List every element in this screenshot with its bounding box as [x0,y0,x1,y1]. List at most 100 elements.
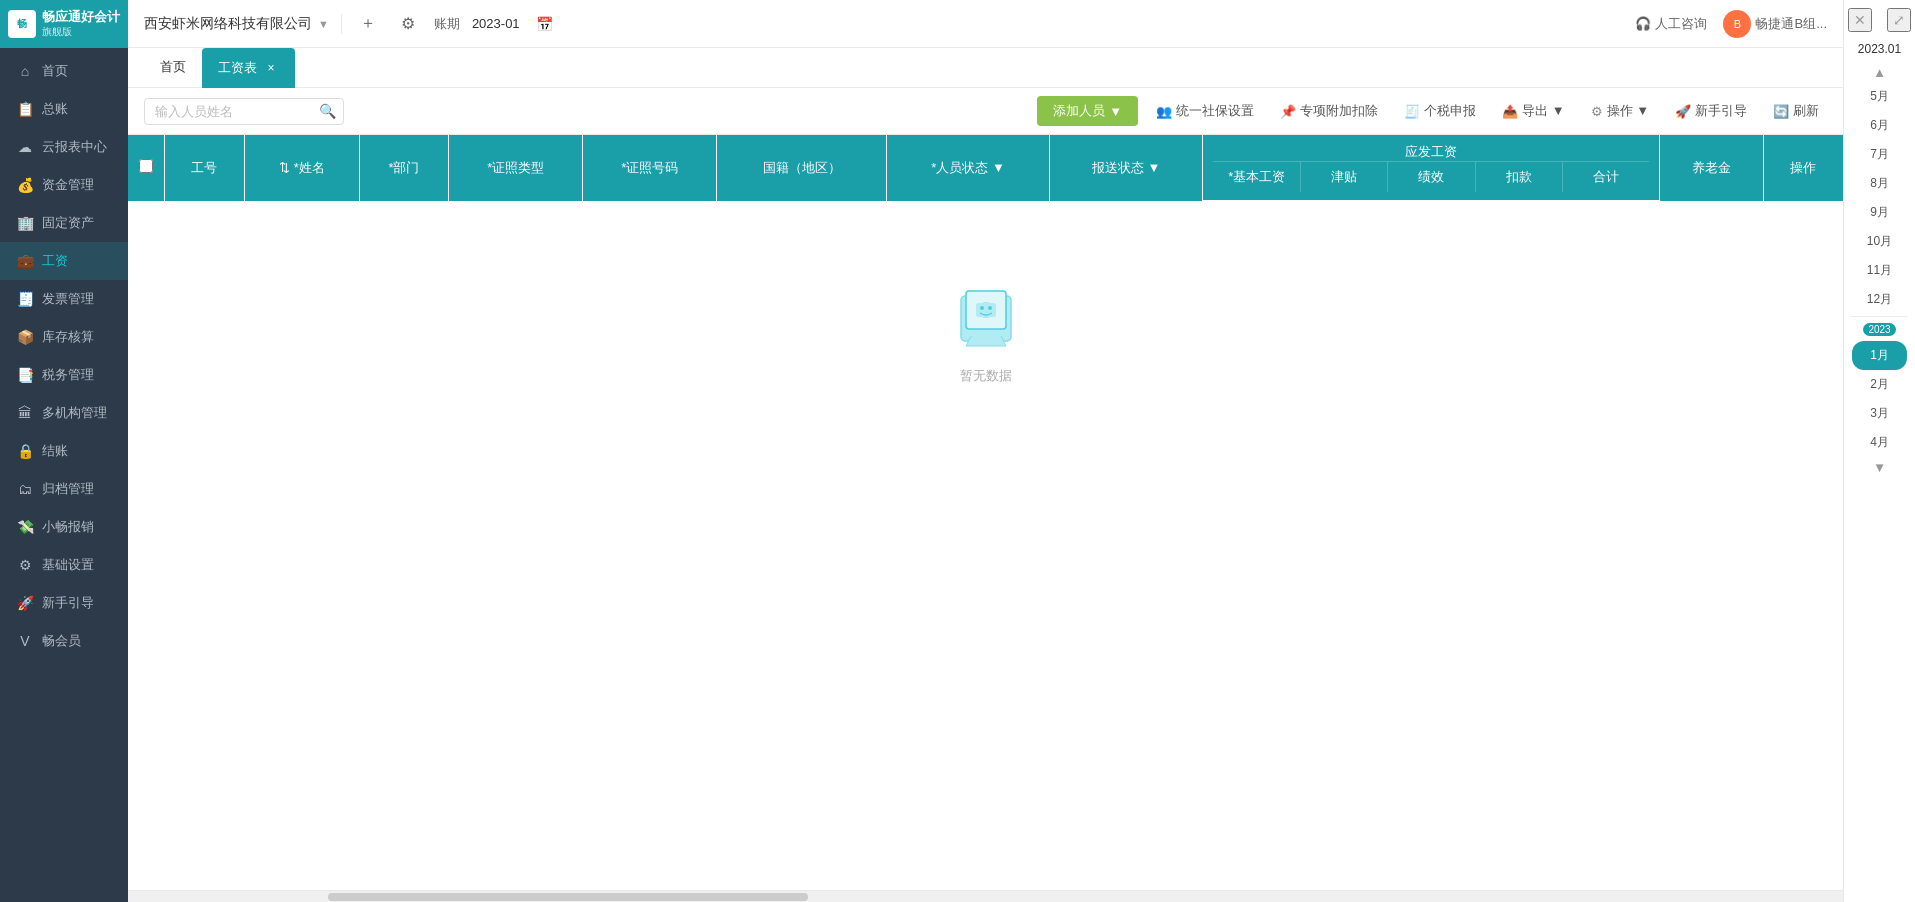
headset-icon: 🎧 [1635,16,1651,31]
search-input[interactable] [144,98,344,125]
sidebar-item-archive[interactable]: 🗂 归档管理 [0,470,128,508]
sidebar-label-guide: 新手引导 [42,594,94,612]
sidebar-item-close[interactable]: 🔒 结账 [0,432,128,470]
cal-month-2022-08[interactable]: 8月 [1844,169,1915,198]
toolbar-action-operations[interactable]: ⚙ 操作 ▼ [1583,97,1657,125]
sidebar-item-salary[interactable]: 💼 工资 [0,242,128,280]
sidebar-item-expense[interactable]: 💸 小畅报销 [0,508,128,546]
cal-year-divider [1851,316,1908,317]
sidebar-icon-fund: 💰 [16,177,34,193]
sidebar-item-inventory[interactable]: 📦 库存核算 [0,318,128,356]
toolbar-action-export[interactable]: 📤 导出 ▼ [1494,97,1572,125]
th-salary-group: 应发工资 *基本工资 津贴 绩效 扣款 合计 [1203,135,1660,201]
cal-month-2023-04[interactable]: 4月 [1844,428,1915,457]
th-name-label: ⇅ *姓名 [279,160,325,175]
sidebar-item-tax[interactable]: 📑 税务管理 [0,356,128,394]
logo-icon: 畅 [8,10,36,38]
logo: 畅 畅应通好会计 旗舰版 [0,0,128,48]
svg-point-4 [980,306,984,310]
sidebar-icon-multi-org: 🏛 [16,405,34,421]
toolbar-action-social-security[interactable]: 👥 统一社保设置 [1148,97,1262,125]
divider-1 [341,14,342,34]
tab-close-icon[interactable]: × [263,60,279,76]
sidebar-icon-settings: ⚙ [16,557,34,573]
toolbar-action-refresh[interactable]: 🔄 刷新 [1765,97,1827,125]
cal-month-2022-11[interactable]: 11月 [1844,256,1915,285]
sidebar-label-multi-org: 多机构管理 [42,404,107,422]
sidebar-item-cloud-report[interactable]: ☁ 云报表中心 [0,128,128,166]
cal-month-2023-03[interactable]: 3月 [1844,399,1915,428]
cal-month-2023-01[interactable]: 1月 [1852,341,1907,370]
cal-next-btn[interactable]: ▼ [1870,457,1890,477]
search-icon[interactable]: 🔍 [319,103,336,119]
action-icon-special-deduction: 📌 [1280,104,1296,119]
th-basic-salary: *基本工资 [1213,162,1300,192]
scroll-thumb[interactable] [328,893,808,901]
th-allowance: 津贴 [1301,162,1388,192]
action-icon-export: 📤 [1502,104,1518,119]
svg-point-5 [988,306,992,310]
sidebar-label-expense: 小畅报销 [42,518,94,536]
th-total: 合计 [1563,162,1649,192]
cal-month-2022-05[interactable]: 5月 [1844,82,1915,111]
sidebar-icon-close: 🔒 [16,443,34,459]
th-action: 操作 [1763,135,1843,201]
sidebar-item-fixed-assets[interactable]: 🏢 固定资产 [0,204,128,242]
period-value: 2023-01 [472,16,520,31]
tab-home[interactable]: 首页 [144,48,202,88]
salary-table: 工号 ⇅ *姓名 *部门 *证照类型 *证照号码 国籍（地区） *人员状态 ▼ … [128,135,1843,201]
cal-month-2023-02[interactable]: 2月 [1844,370,1915,399]
toolbar-action-personal-tax[interactable]: 🧾 个税申报 [1396,97,1484,125]
toolbar-action-guide[interactable]: 🚀 新手引导 [1667,97,1755,125]
toolbar-right: 添加人员 ▼ 👥 统一社保设置 📌 专项附加扣除 🧾 个税申报 📤 导出 ▼ ⚙… [1037,96,1827,126]
settings-icon-btn[interactable]: ⚙ [394,10,422,38]
bottom-scrollbar[interactable] [128,890,1843,902]
add-person-btn[interactable]: 添加人员 ▼ [1037,96,1138,126]
company-name: 西安虾米网络科技有限公司 [144,15,312,33]
tab-salary-table[interactable]: 工资表 × [202,48,295,88]
top-bar: 西安虾米网络科技有限公司 ▼ ＋ ⚙ 账期 2023-01 📅 🎧 人工咨询 B… [128,0,1843,48]
sidebar-item-ledger[interactable]: 📋 总账 [0,90,128,128]
sidebar-label-archive: 归档管理 [42,480,94,498]
sidebar-label-fixed-assets: 固定资产 [42,214,94,232]
add-dropdown-icon: ▼ [1109,104,1122,119]
th-department: *部门 [359,135,448,201]
sidebar-label-fund: 资金管理 [42,176,94,194]
sidebar-icon-salary: 💼 [16,253,34,269]
action-label-refresh: 刷新 [1793,102,1819,120]
cal-month-2022-07[interactable]: 7月 [1844,140,1915,169]
sidebar-label-ledger: 总账 [42,100,68,118]
cal-close-btn[interactable]: ✕ [1848,8,1872,32]
th-checkbox [128,135,164,201]
add-company-btn[interactable]: ＋ [354,10,382,38]
th-deduction: 扣款 [1476,162,1563,192]
sidebar-icon-ledger: 📋 [16,101,34,117]
toolbar-action-special-deduction[interactable]: 📌 专项附加扣除 [1272,97,1386,125]
ai-consult-btn[interactable]: 🎧 人工咨询 [1635,15,1707,33]
cal-month-2022-10[interactable]: 10月 [1844,227,1915,256]
sidebar-icon-fixed-assets: 🏢 [16,215,34,231]
sidebar-label-close: 结账 [42,442,68,460]
action-icon-guide: 🚀 [1675,104,1691,119]
action-label-social-security: 统一社保设置 [1176,102,1254,120]
select-all-checkbox[interactable] [139,159,153,173]
sidebar-label-member: 畅会员 [42,632,81,650]
sidebar-icon-cloud-report: ☁ [16,139,34,155]
sidebar-item-home[interactable]: ⌂ 首页 [0,52,128,90]
company-selector[interactable]: 西安虾米网络科技有限公司 ▼ [144,15,329,33]
sidebar-item-multi-org[interactable]: 🏛 多机构管理 [0,394,128,432]
sidebar-item-settings[interactable]: ⚙ 基础设置 [0,546,128,584]
cal-month-2022-12[interactable]: 12月 [1844,285,1915,314]
cal-month-2022-09[interactable]: 9月 [1844,198,1915,227]
cal-prev-btn[interactable]: ▲ [1870,62,1890,82]
sidebar-item-guide[interactable]: 🚀 新手引导 [0,584,128,622]
action-label-special-deduction: 专项附加扣除 [1300,102,1378,120]
sidebar-item-fund[interactable]: 💰 资金管理 [0,166,128,204]
th-id-number: *证照号码 [583,135,717,201]
sidebar-item-member[interactable]: V 畅会员 [0,622,128,660]
cal-expand-btn[interactable]: ⤢ [1887,8,1911,32]
user-menu[interactable]: B 畅捷通B组... [1723,10,1827,38]
sidebar-item-invoice[interactable]: 🧾 发票管理 [0,280,128,318]
calendar-icon[interactable]: 📅 [536,16,553,32]
cal-month-2022-06[interactable]: 6月 [1844,111,1915,140]
